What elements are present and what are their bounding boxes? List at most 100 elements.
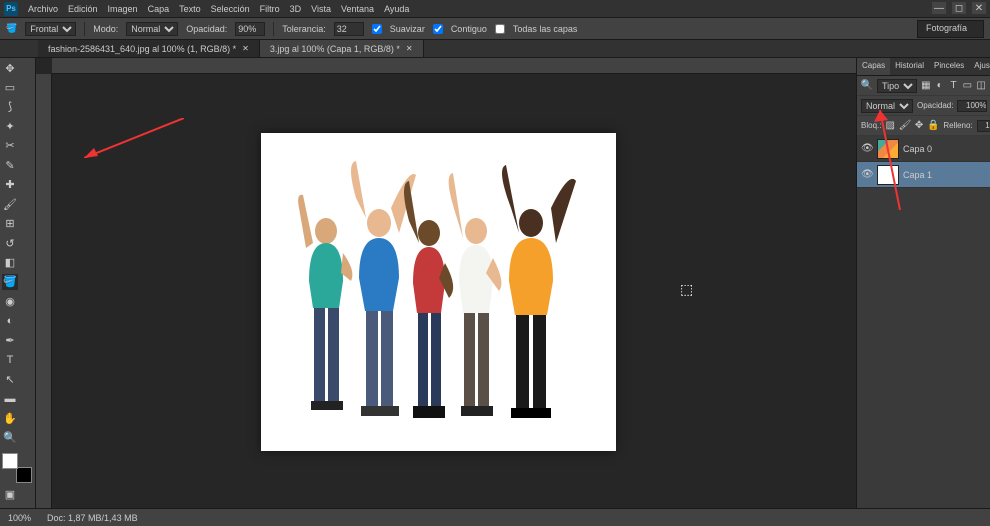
lock-row: Bloq.: ▨ 🖌 ✥ 🔒 Relleno:: [857, 116, 990, 136]
menubar: Ps Archivo Edición Imagen Capa Texto Sel…: [0, 0, 990, 18]
document-tabs: fashion-2586431_640.jpg al 100% (1, RGB/…: [0, 40, 990, 58]
layer-thumbnail[interactable]: [877, 165, 899, 185]
opacity-label: Opacidad:: [186, 24, 227, 34]
zoom-tool[interactable]: 🔍: [2, 430, 18, 446]
history-brush-tool[interactable]: ↺: [2, 235, 18, 251]
panel-tab-brushes[interactable]: Pinceles: [929, 58, 969, 75]
opacity-label: Opacidad:: [917, 101, 953, 110]
antialias-checkbox[interactable]: [372, 24, 382, 34]
menu-item[interactable]: Ventana: [341, 4, 374, 14]
crop-tool[interactable]: ✂: [2, 138, 18, 154]
lock-pixels-icon[interactable]: 🖌: [899, 120, 911, 132]
menu-item[interactable]: Selección: [211, 4, 250, 14]
close-button[interactable]: ✕: [972, 2, 986, 14]
doc-size[interactable]: Doc: 1,87 MB/1,43 MB: [47, 513, 138, 523]
blend-mode-select[interactable]: Normal: [861, 99, 913, 113]
panel-tab-adjust[interactable]: Ajustes: [969, 58, 990, 75]
contiguous-checkbox[interactable]: [433, 24, 443, 34]
panel-tab-history[interactable]: Historial: [890, 58, 929, 75]
filter-type-icon[interactable]: T: [949, 80, 959, 92]
hand-tool[interactable]: ✋: [2, 410, 18, 426]
layer-fill-input[interactable]: [977, 120, 990, 132]
brush-tool[interactable]: 🖌: [2, 196, 18, 212]
eyedropper-tool[interactable]: ✎: [2, 157, 18, 173]
move-tool[interactable]: ✥: [2, 60, 18, 76]
search-icon[interactable]: 🔍: [861, 80, 873, 92]
menu-item[interactable]: Edición: [68, 4, 98, 14]
marquee-tool[interactable]: ▭: [2, 79, 18, 95]
layer-name[interactable]: Capa 0: [903, 144, 932, 154]
mode-label: Modo:: [93, 24, 118, 34]
filter-adjust-icon[interactable]: ◐: [935, 80, 945, 92]
lasso-tool[interactable]: ⟆: [2, 99, 18, 115]
ruler-vertical[interactable]: [36, 74, 52, 508]
type-tool[interactable]: T: [2, 352, 18, 368]
menu-item[interactable]: Ayuda: [384, 4, 409, 14]
menu-item[interactable]: Filtro: [260, 4, 280, 14]
blend-row: Normal Opacidad:: [857, 96, 990, 116]
menu-item[interactable]: Texto: [179, 4, 201, 14]
menu-item[interactable]: Capa: [148, 4, 170, 14]
all-layers-label: Todas las capas: [513, 24, 578, 34]
stamp-tool[interactable]: ⊞: [2, 216, 18, 232]
window-buttons: — ◻ ✕: [932, 2, 986, 14]
shape-tool[interactable]: ▬: [2, 391, 18, 407]
menu-item[interactable]: 3D: [290, 4, 302, 14]
filter-pixel-icon[interactable]: ▦: [921, 80, 931, 92]
visibility-icon[interactable]: 👁: [861, 169, 873, 180]
menu-item[interactable]: Archivo: [28, 4, 58, 14]
lock-label: Bloq.:: [861, 121, 881, 130]
maximize-button[interactable]: ◻: [952, 2, 966, 14]
canvas-area[interactable]: ⬚: [36, 58, 856, 508]
layer-opacity-input[interactable]: [957, 100, 987, 112]
document-tab[interactable]: fashion-2586431_640.jpg al 100% (1, RGB/…: [38, 40, 260, 57]
workspace-selector[interactable]: Fotografía: [917, 20, 984, 38]
path-tool[interactable]: ↖: [2, 371, 18, 387]
filter-row: 🔍 Tipo ▦ ◐ T ▭ ◫: [857, 76, 990, 96]
layers-list: 👁 Capa 0 👁 Capa 1: [857, 136, 990, 508]
lock-transparency-icon[interactable]: ▨: [885, 120, 894, 132]
layer-name[interactable]: Capa 1: [903, 170, 932, 180]
zoom-level[interactable]: 100%: [8, 513, 31, 523]
visibility-icon[interactable]: 👁: [861, 143, 873, 154]
mode-select[interactable]: Normal: [126, 22, 178, 36]
antialias-label: Suavizar: [390, 24, 425, 34]
document-tab[interactable]: 3.jpg al 100% (Capa 1, RGB/8) *✕: [260, 40, 424, 57]
close-tab-icon[interactable]: ✕: [242, 44, 249, 53]
menu-item[interactable]: Imagen: [108, 4, 138, 14]
layer-row[interactable]: 👁 Capa 1: [857, 162, 990, 188]
quickmask-tool[interactable]: ▣: [2, 487, 18, 503]
dodge-tool[interactable]: ◐: [2, 313, 18, 329]
eraser-tool[interactable]: ◧: [2, 255, 18, 271]
magic-wand-tool[interactable]: ✦: [2, 118, 18, 134]
pen-tool[interactable]: ✒: [2, 332, 18, 348]
tolerance-input[interactable]: [334, 22, 364, 36]
ruler-horizontal[interactable]: [52, 58, 856, 74]
bucket-icon: 🪣: [6, 23, 17, 34]
filter-smart-icon[interactable]: ◫: [976, 80, 986, 92]
healing-tool[interactable]: ✚: [2, 177, 18, 193]
menu-item[interactable]: Vista: [311, 4, 331, 14]
filter-type-select[interactable]: Tipo: [877, 79, 917, 93]
layer-thumbnail[interactable]: [877, 139, 899, 159]
opacity-input[interactable]: [235, 22, 265, 36]
fill-type-select[interactable]: Frontal: [25, 22, 76, 36]
canvas[interactable]: [261, 133, 616, 451]
tolerance-label: Tolerancia:: [282, 24, 326, 34]
layer-row[interactable]: 👁 Capa 0: [857, 136, 990, 162]
status-bar: 100% Doc: 1,87 MB/1,43 MB: [0, 508, 990, 526]
panel-tab-layers[interactable]: Capas: [857, 58, 890, 75]
all-layers-checkbox[interactable]: [495, 24, 505, 34]
panel-tabs: Capas Historial Pinceles Ajustes Carácte…: [857, 58, 990, 76]
close-tab-icon[interactable]: ✕: [406, 44, 413, 53]
app-logo: Ps: [4, 2, 18, 16]
foreground-color[interactable]: [2, 453, 18, 469]
minimize-button[interactable]: —: [932, 2, 946, 14]
blur-tool[interactable]: ◉: [2, 293, 18, 309]
lock-all-icon[interactable]: 🔒: [927, 120, 939, 132]
filter-shape-icon[interactable]: ▭: [962, 80, 972, 92]
color-swatches[interactable]: [2, 453, 32, 483]
background-color[interactable]: [16, 467, 32, 483]
bucket-tool[interactable]: 🪣: [2, 274, 18, 290]
lock-position-icon[interactable]: ✥: [915, 120, 923, 132]
